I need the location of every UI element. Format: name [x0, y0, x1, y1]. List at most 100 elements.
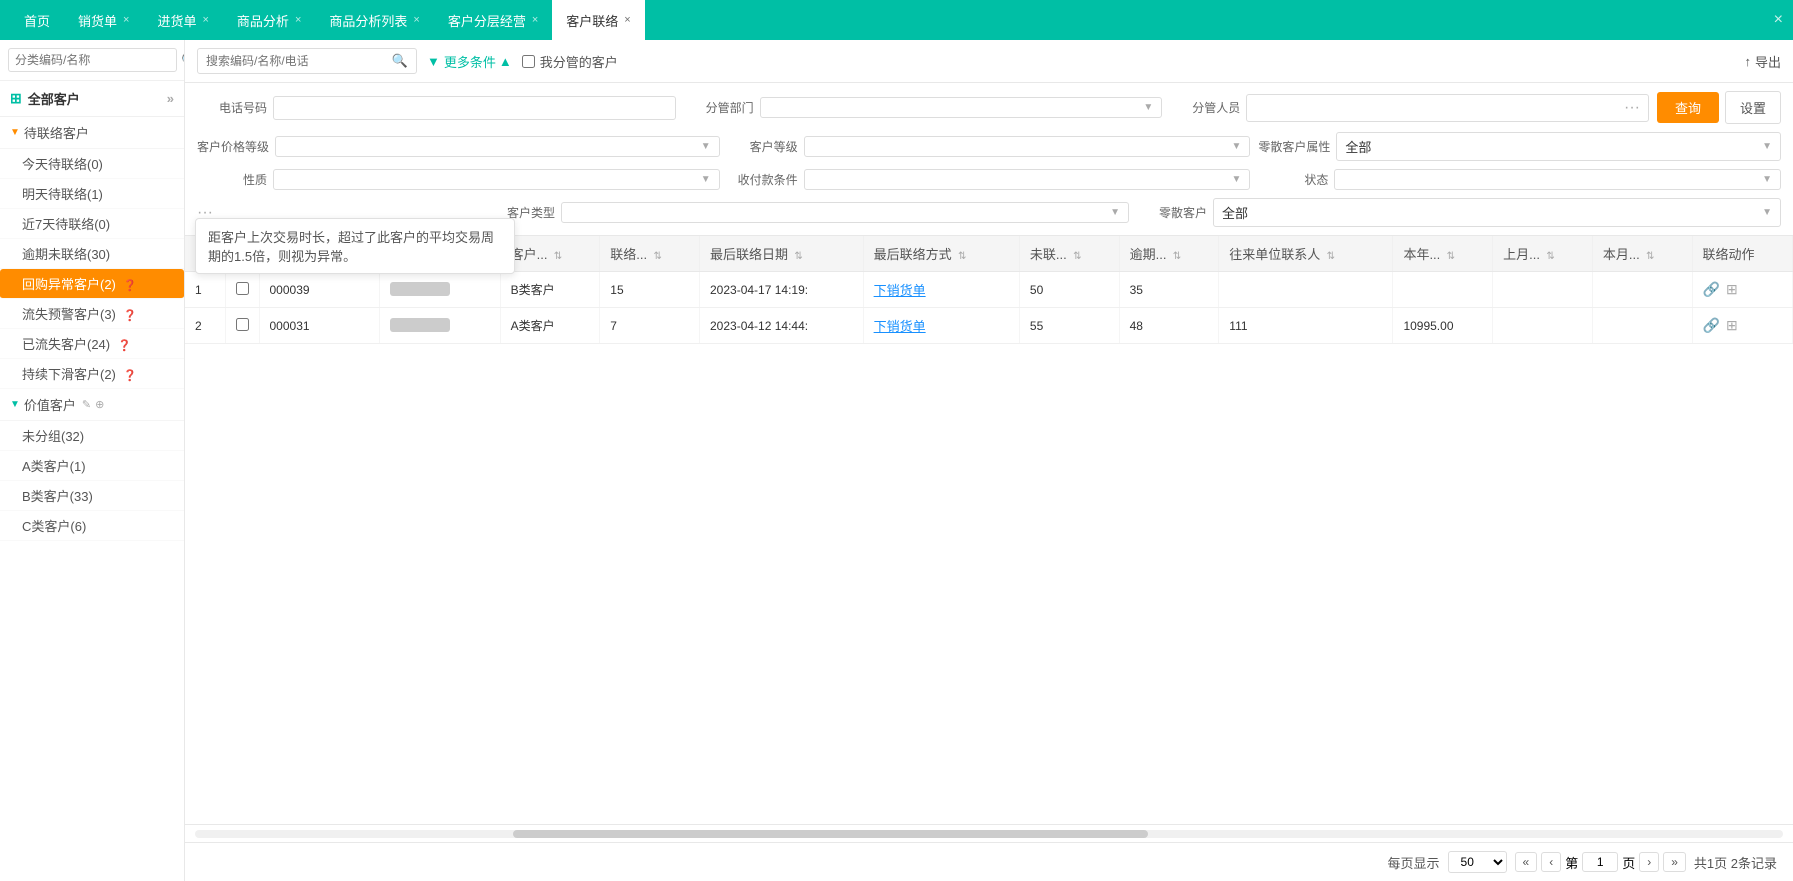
my-customers-checkbox[interactable] [522, 55, 535, 68]
link-action-icon-1[interactable]: 🔗 [1703, 281, 1720, 298]
sidebar-item-c-class[interactable]: C类客户(6) [0, 511, 184, 541]
customer-level-select[interactable]: ▼ [804, 136, 1251, 157]
cell-name-2 [380, 308, 501, 344]
more-conditions-button[interactable]: ▼ 更多条件 ▲ [427, 52, 512, 71]
grid-action-icon-1[interactable]: ⊞ [1726, 281, 1738, 298]
th-unlisted[interactable]: 未联... ⇅ [1019, 236, 1119, 272]
phone-input[interactable] [273, 96, 676, 120]
scrollbar-thumb[interactable] [513, 830, 1148, 838]
last-method-link-1[interactable]: 下销货单 [874, 283, 926, 298]
th-last-month[interactable]: 上月... ⇅ [1493, 236, 1593, 272]
nature-select[interactable]: ▼ [273, 169, 720, 190]
tab-analysis[interactable]: 商品分析 × [223, 0, 315, 40]
sidebar-collapse-button[interactable]: » [167, 91, 174, 106]
content-area: 距客户上次交易时长，超过了此客户的平均交易周期的1.5倍，则视为异常。 🔍 ▼ … [185, 40, 1793, 881]
th-this-month[interactable]: 本月... ⇅ [1592, 236, 1692, 272]
sidebar-item-a-class[interactable]: A类客户(1) [0, 451, 184, 481]
manager-select[interactable]: ··· [1246, 94, 1649, 122]
close-tab-customer-contact[interactable]: × [624, 14, 630, 26]
chevron-down-icon5: ▼ [1762, 141, 1772, 152]
tab-customer-contact[interactable]: 客户联络 × [552, 0, 644, 40]
prev-page-button[interactable]: ‹ [1541, 852, 1561, 872]
tab-customer-segment[interactable]: 客户分层经营 × [434, 0, 552, 40]
tab-purchase[interactable]: 进货单 × [143, 0, 222, 40]
sidebar-item-week-pending[interactable]: 近7天待联络(0) [0, 209, 184, 239]
th-last-contact-date[interactable]: 最后联络日期 ⇅ [700, 236, 864, 272]
close-tab-customer-segment[interactable]: × [532, 14, 538, 26]
last-page-button[interactable]: » [1663, 852, 1686, 872]
table-container: ⚙ 客户编码 ⇅ 客户名称 ⇅ [185, 236, 1793, 824]
plus-icon[interactable]: ⊕ [95, 398, 104, 411]
filter-search-icon[interactable]: 🔍 [392, 53, 408, 69]
settings-button[interactable]: 设置 [1725, 91, 1781, 124]
blurred-name-1 [390, 282, 450, 296]
retail-customer-select[interactable]: 全部 ▼ [1213, 198, 1781, 227]
row-checkbox-2[interactable] [236, 318, 249, 331]
chevron-down-icon6: ▼ [701, 174, 711, 185]
category-search-input[interactable] [8, 48, 177, 72]
cell-contact-count-1: 15 [600, 272, 700, 308]
export-button[interactable]: ↑ 导出 [1744, 52, 1781, 71]
sidebar-item-b-class[interactable]: B类客户(33) [0, 481, 184, 511]
sidebar-group-value[interactable]: ▼ 价值客户 ✎ ⊕ [0, 389, 184, 421]
retail-attr-select[interactable]: 全部 ▼ [1336, 132, 1781, 161]
tab-home[interactable]: 首页 [10, 0, 64, 40]
sidebar-group-pending[interactable]: ▼ 待联络客户 [0, 117, 184, 149]
sidebar-item-today-pending[interactable]: 今天待联络(0) [0, 149, 184, 179]
question-icon: ❓ [123, 280, 137, 292]
close-tab-analysis-list[interactable]: × [413, 14, 419, 26]
sidebar-item-tomorrow-pending[interactable]: 明天待联络(1) [0, 179, 184, 209]
dept-select[interactable]: ▼ [760, 97, 1163, 118]
th-type[interactable]: 客户... ⇅ [500, 236, 600, 272]
cell-last-method-2[interactable]: 下销货单 [863, 308, 1019, 344]
tab-sales[interactable]: 销货单 × [64, 0, 143, 40]
per-page-select[interactable]: 50 100 200 [1448, 851, 1507, 873]
edit-icon[interactable]: ✎ [82, 398, 91, 411]
more-icon[interactable]: ··· [1624, 99, 1640, 117]
sidebar-item-churned[interactable]: 已流失客户(24) ❓ [0, 329, 184, 359]
link-action-icon-2[interactable]: 🔗 [1703, 317, 1720, 334]
page-number-input[interactable] [1582, 852, 1618, 872]
sidebar-item-repurchase-abnormal[interactable]: 回购异常客户(2) ❓ [0, 269, 184, 299]
th-overdue[interactable]: 逾期... ⇅ [1119, 236, 1219, 272]
sidebar-item-churn-warning[interactable]: 流失预警客户(3) ❓ [0, 299, 184, 329]
horizontal-scrollbar[interactable] [185, 824, 1793, 842]
sidebar-item-ungrouped[interactable]: 未分组(32) [0, 421, 184, 451]
sidebar-item-declining[interactable]: 持续下滑客户(2) ❓ [0, 359, 184, 389]
filter-item-customer-type: 客户类型 ▼ [485, 202, 1129, 223]
sidebar-item-overdue-pending[interactable]: 逾期未联络(30) [0, 239, 184, 269]
th-contact-person[interactable]: 往来单位联系人 ⇅ [1219, 236, 1393, 272]
price-level-label: 客户价格等级 [197, 138, 269, 155]
grid-action-icon-2[interactable]: ⊞ [1726, 317, 1738, 334]
tab-analysis-list[interactable]: 商品分析列表 × [315, 0, 433, 40]
first-page-button[interactable]: « [1515, 852, 1538, 872]
last-method-link-2[interactable]: 下销货单 [874, 319, 926, 334]
close-all-button[interactable]: × [1774, 11, 1783, 29]
filter-row-3: 性质 ▼ 收付款条件 ▼ 状态 [197, 169, 1781, 190]
filter-item-customer-level: 客户等级 ▼ [728, 136, 1251, 157]
close-tab-purchase[interactable]: × [202, 14, 208, 26]
th-last-contact-method[interactable]: 最后联络方式 ⇅ [863, 236, 1019, 272]
filter-search-input[interactable] [206, 54, 388, 68]
th-this-year[interactable]: 本年... ⇅ [1393, 236, 1493, 272]
cell-seq-1: 1 [185, 272, 225, 308]
cell-checkbox-2[interactable] [225, 308, 259, 344]
status-select[interactable]: ▼ [1334, 169, 1781, 190]
sidebar-all-customers[interactable]: ⊞ 全部客户 » [0, 81, 184, 117]
th-contact-count[interactable]: 联络... ⇅ [600, 236, 700, 272]
close-tab-sales[interactable]: × [123, 14, 129, 26]
cell-actions-1: 🔗 ⊞ [1692, 272, 1792, 308]
cell-checkbox-1[interactable] [225, 272, 259, 308]
price-level-select[interactable]: ▼ [275, 136, 720, 157]
my-customers-checkbox-area[interactable]: 我分管的客户 [522, 52, 618, 71]
query-button[interactable]: 查询 [1657, 92, 1719, 123]
close-tab-analysis[interactable]: × [295, 14, 301, 26]
customer-type-select[interactable]: ▼ [561, 202, 1129, 223]
cell-this-year-1 [1393, 272, 1493, 308]
cell-type-2: A类客户 [500, 308, 600, 344]
next-page-button[interactable]: › [1639, 852, 1659, 872]
cell-last-method-1[interactable]: 下销货单 [863, 272, 1019, 308]
payment-select[interactable]: ▼ [804, 169, 1251, 190]
advanced-filter: 电话号码 分管部门 ▼ 分管人员 ··· [185, 83, 1793, 236]
row-checkbox-1[interactable] [236, 282, 249, 295]
